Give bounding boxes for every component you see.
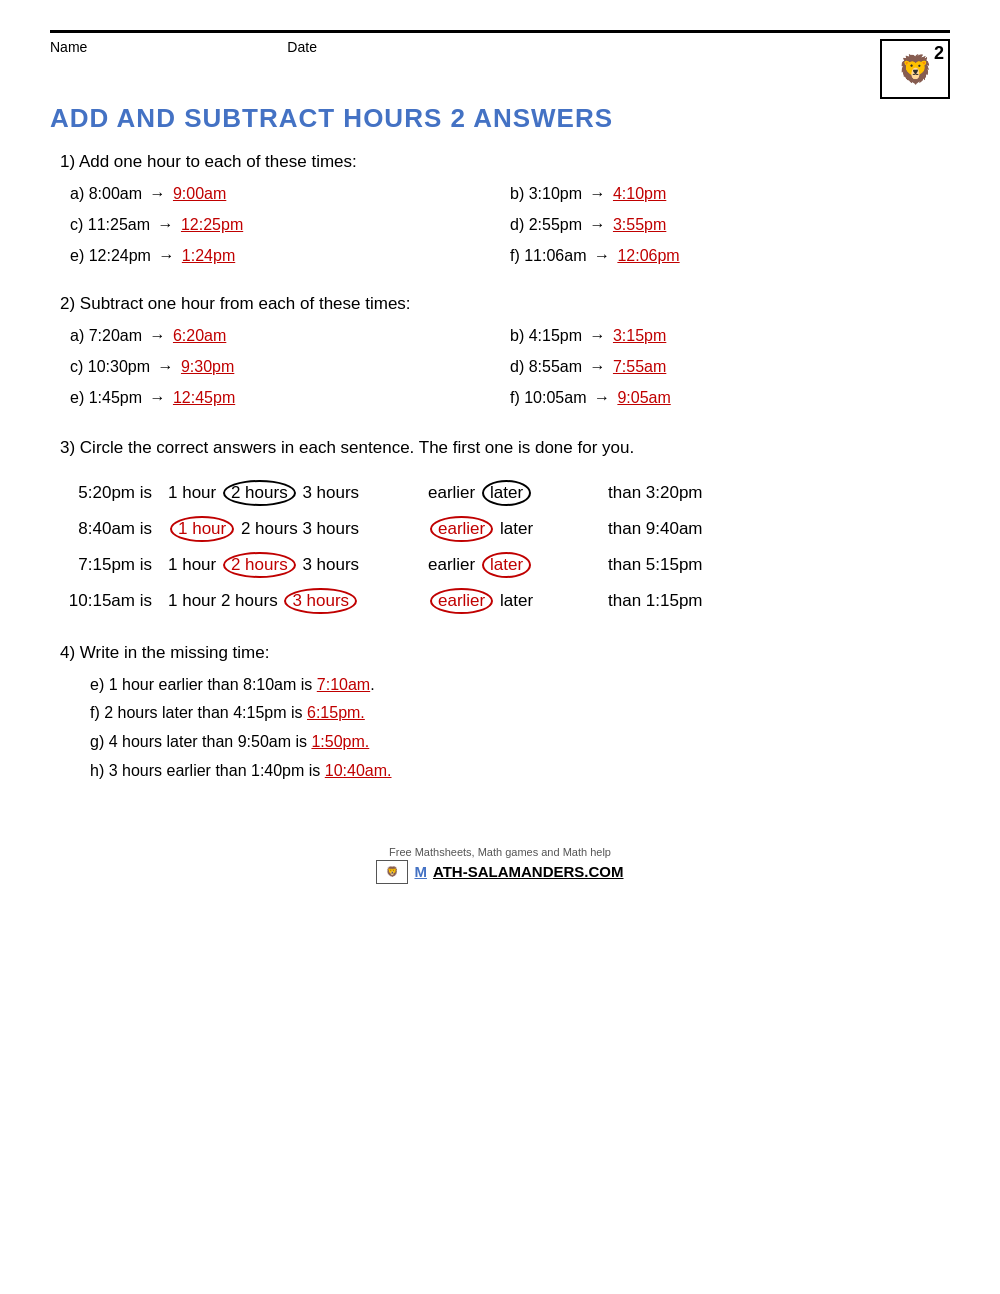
section2: 2) Subtract one hour from each of these … [50, 294, 950, 412]
footer-tagline: Free Mathsheets, Math games and Math hel… [50, 846, 950, 858]
footer-logo-icon: 🦁 [376, 860, 408, 884]
section4-answer: 1:50pm. [311, 733, 369, 750]
circle-table-row: 7:15pm is1 hour 2 hours 3 hoursearlier l… [50, 547, 950, 583]
circle-hours-cell: 1 hour 2 hours 3 hours [160, 547, 420, 583]
section2-answer-item: b) 4:15pm → 3:15pm [510, 322, 950, 349]
section2-answer-item: c) 10:30pm → 9:30pm [70, 353, 510, 380]
date-label: Date [287, 39, 317, 55]
earlier-text: earlier [428, 483, 475, 502]
circle-el-cell: earlier later [420, 475, 600, 511]
section1-answer-item: e) 12:24pm → 1:24pm [70, 242, 510, 269]
section1-answer-item: b) 3:10pm → 4:10pm [510, 180, 950, 207]
section1-answers: a) 8:00am → 9:00amb) 3:10pm → 4:10pmc) 1… [70, 180, 950, 270]
footer-site: ATH-SALAMANDERS.COM [433, 863, 624, 880]
h1-text: 1 hour [168, 483, 216, 502]
circle-hours-cell: 1 hour 2 hours 3 hours [160, 475, 420, 511]
section1: 1) Add one hour to each of these times: … [50, 152, 950, 270]
circle-than-cell: than 5:15pm [600, 547, 950, 583]
circled-h2: 2 hours [223, 480, 296, 506]
page-title: ADD AND SUBTRACT HOURS 2 ANSWERS [50, 103, 950, 134]
circle-el-cell: earlier later [420, 511, 600, 547]
circle-time-label: 7:15pm is [50, 547, 160, 583]
circled-earlier: earlier [430, 588, 493, 614]
later-text: later [500, 519, 533, 538]
logo-box: 2 🦁 [880, 39, 950, 99]
h2-text: 2 hours [221, 591, 278, 610]
circle-table-row: 10:15am is1 hour 2 hours 3 hoursearlier … [50, 583, 950, 619]
section1-label: 1) Add one hour to each of these times: [60, 152, 950, 172]
h2-text: 2 hours [241, 519, 298, 538]
circle-table-row: 8:40am is1 hour 2 hours 3 hoursearlier l… [50, 511, 950, 547]
h3-text: 3 hours [302, 555, 359, 574]
name-label: Name [50, 39, 87, 55]
footer-logo-row: 🦁 M ATH-SALAMANDERS.COM [50, 860, 950, 884]
circle-than-cell: than 9:40am [600, 511, 950, 547]
circled-later: later [482, 552, 531, 578]
section4-answer: 10:40am. [325, 762, 392, 779]
circle-time-label: 10:15am is [50, 583, 160, 619]
section2-label: 2) Subtract one hour from each of these … [60, 294, 950, 314]
section4-answer-item: f) 2 hours later than 4:15pm is 6:15pm. [90, 699, 950, 728]
logo-number: 2 [934, 43, 944, 64]
h3-text: 3 hours [302, 483, 359, 502]
section2-answers: a) 7:20am → 6:20amb) 4:15pm → 3:15pmc) 1… [70, 322, 950, 412]
section2-answer-item: a) 7:20am → 6:20am [70, 322, 510, 349]
circle-el-cell: earlier later [420, 583, 600, 619]
circled-earlier: earlier [430, 516, 493, 542]
section4-items: e) 1 hour earlier than 8:10am is 7:10am.… [90, 671, 950, 786]
circle-time-label: 5:20pm is [50, 475, 160, 511]
later-text: later [500, 591, 533, 610]
circle-than-cell: than 3:20pm [600, 475, 950, 511]
section1-answer-item: f) 11:06am → 12:06pm [510, 242, 950, 269]
section2-answer-item: e) 1:45pm → 12:45pm [70, 384, 510, 411]
circle-than-cell: than 1:15pm [600, 583, 950, 619]
section1-answer-item: c) 11:25am → 12:25pm [70, 211, 510, 238]
footer-m: M [414, 863, 427, 880]
circled-later: later [482, 480, 531, 506]
section4-answer-item: h) 3 hours earlier than 1:40pm is 10:40a… [90, 757, 950, 786]
section4-answer-item: e) 1 hour earlier than 8:10am is 7:10am. [90, 671, 950, 700]
section4: 4) Write in the missing time: e) 1 hour … [50, 643, 950, 786]
circled-h1: 1 hour [170, 516, 234, 542]
section1-answer-item: d) 2:55pm → 3:55pm [510, 211, 950, 238]
section4-answer: 7:10am [317, 676, 370, 693]
section4-label: 4) Write in the missing time: [60, 643, 950, 663]
section3: 3) Circle the correct answers in each se… [50, 435, 950, 619]
circle-table: 5:20pm is1 hour 2 hours 3 hoursearlier l… [50, 475, 950, 619]
section2-answer-item: f) 10:05am → 9:05am [510, 384, 950, 411]
h3-text: 3 hours [302, 519, 359, 538]
earlier-text: earlier [428, 555, 475, 574]
circle-hours-cell: 1 hour 2 hours 3 hours [160, 583, 420, 619]
h1-text: 1 hour [168, 591, 216, 610]
circle-table-row: 5:20pm is1 hour 2 hours 3 hoursearlier l… [50, 475, 950, 511]
section4-answer-item: g) 4 hours later than 9:50am is 1:50pm. [90, 728, 950, 757]
h1-text: 1 hour [168, 555, 216, 574]
circle-el-cell: earlier later [420, 547, 600, 583]
logo-icon: 🦁 [898, 53, 933, 86]
circled-h3: 3 hours [284, 588, 357, 614]
circle-time-label: 8:40am is [50, 511, 160, 547]
section4-answer: 6:15pm. [307, 704, 365, 721]
section3-label: 3) Circle the correct answers in each se… [60, 435, 950, 461]
circle-hours-cell: 1 hour 2 hours 3 hours [160, 511, 420, 547]
section1-answer-item: a) 8:00am → 9:00am [70, 180, 510, 207]
circled-h2: 2 hours [223, 552, 296, 578]
section2-answer-item: d) 8:55am → 7:55am [510, 353, 950, 380]
